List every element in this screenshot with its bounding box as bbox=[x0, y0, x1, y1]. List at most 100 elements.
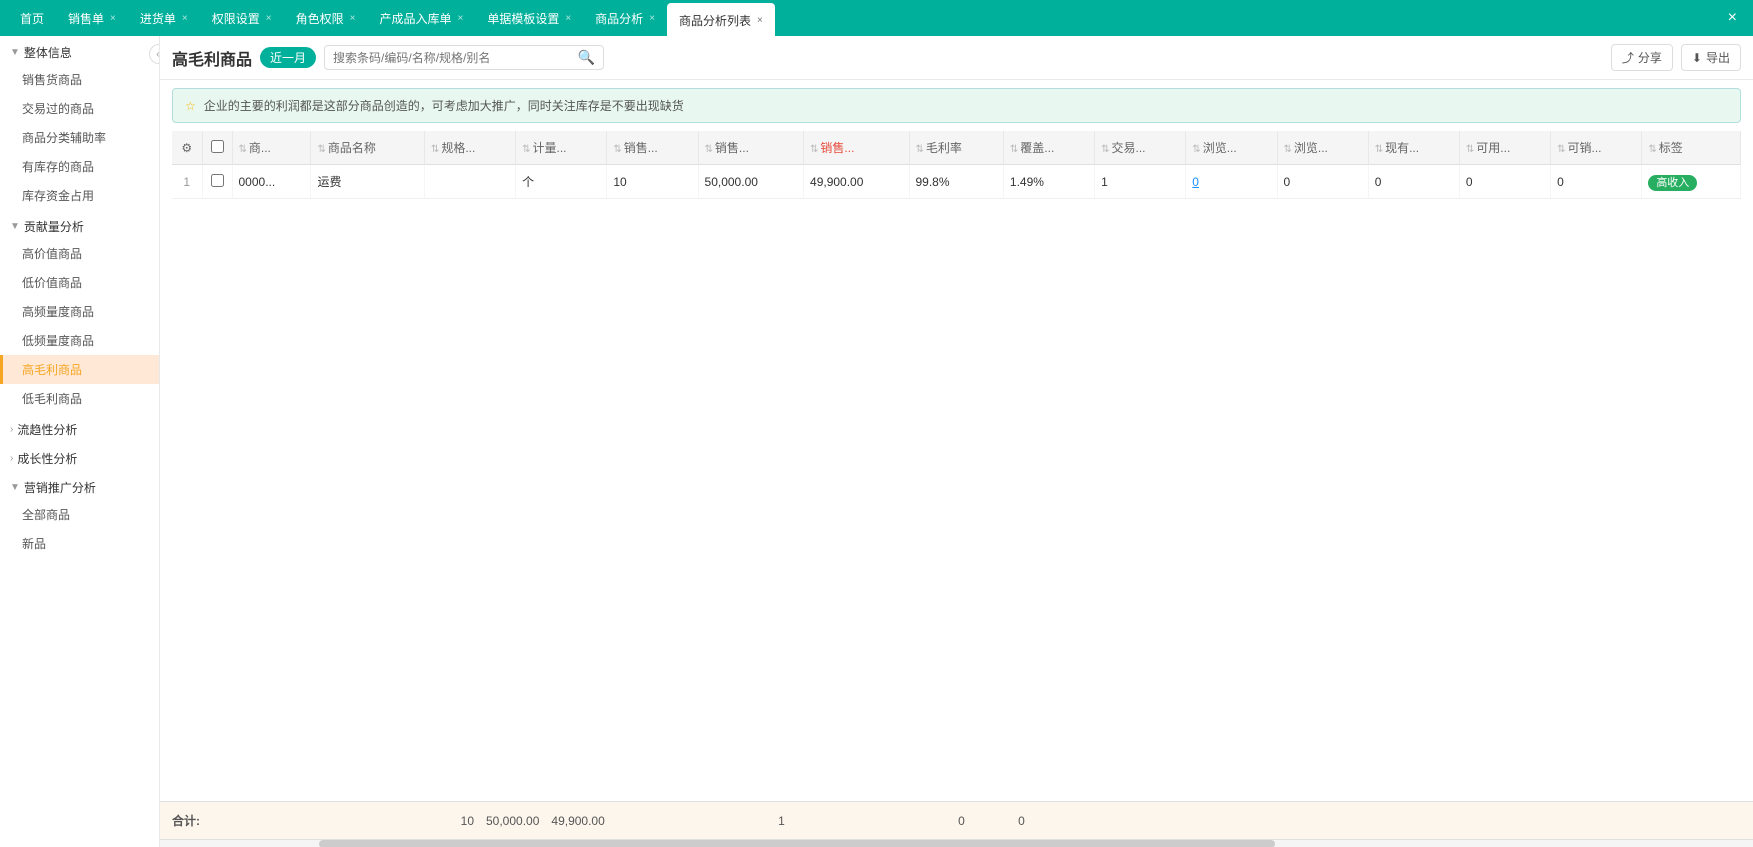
col-margin-rate[interactable]: ⇅毛利率 bbox=[909, 131, 1003, 165]
col-trade-count[interactable]: ⇅交易... bbox=[1095, 131, 1186, 165]
cell-trade-count: 1 bbox=[1095, 165, 1186, 199]
sidebar: « ▼ 整体信息 销售货商品 交易过的商品 商品分类辅助率 有库存的商品 库存资… bbox=[0, 36, 160, 847]
col-sellable[interactable]: ⇅可销... bbox=[1551, 131, 1642, 165]
col-name[interactable]: ⇅商品名称 bbox=[311, 131, 424, 165]
cell-sales-qty: 10 bbox=[607, 165, 698, 199]
col-tag[interactable]: ⇅标签 bbox=[1642, 131, 1741, 165]
footer-sales-qty: 10 bbox=[420, 814, 480, 828]
sidebar-group-growth[interactable]: › 成长性分析 bbox=[0, 442, 159, 471]
close-all-tabs[interactable]: × bbox=[1720, 9, 1745, 27]
share-icon: ⤴ bbox=[1622, 49, 1634, 66]
close-permission-settings[interactable]: × bbox=[266, 13, 272, 24]
footer-cells: 10 50,000.00 49,900.00 1 0 0 bbox=[220, 814, 1741, 828]
footer-trade-count: 1 bbox=[731, 814, 791, 828]
share-btn[interactable]: ⤴ 分享 bbox=[1611, 44, 1673, 71]
footer-sales-amount: 50,000.00 bbox=[480, 814, 545, 828]
sidebar-item-high-value[interactable]: 高价值商品 bbox=[0, 239, 159, 268]
col-current-stock[interactable]: ⇅现有... bbox=[1368, 131, 1459, 165]
sidebar-item-low-value[interactable]: 低价值商品 bbox=[0, 268, 159, 297]
row-checkbox[interactable] bbox=[211, 174, 224, 187]
sidebar-item-traded-goods[interactable]: 交易过的商品 bbox=[0, 94, 159, 123]
table-container: ⚙ ⇅商... ⇅商品名称 ⇅规格... bbox=[160, 131, 1753, 801]
export-icon: ⬇ bbox=[1692, 51, 1702, 65]
sidebar-group-profit[interactable]: ▼ 贡献量分析 bbox=[0, 210, 159, 239]
sidebar-group-overall[interactable]: ▼ 整体信息 bbox=[0, 36, 159, 65]
footer-spacer1 bbox=[611, 814, 731, 828]
cell-tag: 高收入 bbox=[1642, 165, 1741, 199]
sidebar-item-sales-goods[interactable]: 销售货商品 bbox=[0, 65, 159, 94]
col-available[interactable]: ⇅可用... bbox=[1459, 131, 1550, 165]
close-product-analysis[interactable]: × bbox=[649, 13, 655, 24]
nav-purchase-order[interactable]: 进货单 × bbox=[128, 0, 200, 36]
summary-label: 合计: bbox=[172, 812, 200, 829]
cell-checkbox[interactable] bbox=[202, 165, 232, 199]
col-browse2[interactable]: ⇅浏览... bbox=[1277, 131, 1368, 165]
col-sales-amount[interactable]: ⇅销售... bbox=[698, 131, 803, 165]
col-settings[interactable]: ⚙ bbox=[172, 131, 202, 165]
main-layout: « ▼ 整体信息 销售货商品 交易过的商品 商品分类辅助率 有库存的商品 库存资… bbox=[0, 36, 1753, 847]
select-all-checkbox[interactable] bbox=[211, 140, 224, 153]
nav-product-warehousing[interactable]: 产成品入库单 × bbox=[367, 0, 475, 36]
cell-margin-rate: 99.8% bbox=[909, 165, 1003, 199]
col-unit[interactable]: ⇅计量... bbox=[516, 131, 607, 165]
col-coverage[interactable]: ⇅覆盖... bbox=[1003, 131, 1094, 165]
sidebar-item-low-margin[interactable]: 低毛利商品 bbox=[0, 384, 159, 413]
bottom-scrollbar[interactable] bbox=[160, 839, 1753, 847]
sidebar-item-all-goods[interactable]: 全部商品 bbox=[0, 500, 159, 529]
close-product-warehousing[interactable]: × bbox=[457, 13, 463, 24]
sidebar-item-high-freq[interactable]: 高频量度商品 bbox=[0, 297, 159, 326]
close-role-permission[interactable]: × bbox=[350, 13, 356, 24]
export-btn[interactable]: ⬇ 导出 bbox=[1681, 44, 1741, 71]
col-spec[interactable]: ⇅规格... bbox=[424, 131, 515, 165]
cell-sellable: 0 bbox=[1551, 165, 1642, 199]
footer-sales-cost: 49,900.00 bbox=[545, 814, 610, 828]
table-header-row: ⚙ ⇅商... ⇅商品名称 ⇅规格... bbox=[172, 131, 1741, 165]
search-icon[interactable]: 🔍 bbox=[578, 49, 595, 66]
arrow-profit: ▼ bbox=[10, 221, 20, 232]
content-header: 高毛利商品 近一月 🔍 ⤴ 分享 ⬇ 导出 bbox=[160, 36, 1753, 80]
footer-spacer2 bbox=[791, 814, 911, 828]
close-purchase-order[interactable]: × bbox=[182, 13, 188, 24]
arrow-marketing: ▼ bbox=[10, 482, 20, 493]
nav-home[interactable]: 首页 bbox=[8, 0, 56, 36]
footer-current-stock: 0 bbox=[911, 814, 971, 828]
cell-code: 0000... bbox=[232, 165, 311, 199]
close-order-template[interactable]: × bbox=[565, 13, 571, 24]
browse1-link[interactable]: 0 bbox=[1192, 175, 1199, 189]
sidebar-group-trend[interactable]: › 流趋性分析 bbox=[0, 413, 159, 442]
nav-product-analysis[interactable]: 商品分析 × bbox=[583, 0, 667, 36]
nav-role-permission[interactable]: 角色权限 × bbox=[284, 0, 368, 36]
close-sales-order[interactable]: × bbox=[110, 13, 116, 24]
col-checkbox[interactable] bbox=[202, 131, 232, 165]
nav-product-analysis-list[interactable]: 商品分析列表 × bbox=[667, 3, 775, 37]
time-filter-btn[interactable]: 近一月 bbox=[260, 47, 316, 68]
cell-sales-amount: 50,000.00 bbox=[698, 165, 803, 199]
cell-index: 1 bbox=[172, 165, 202, 199]
sidebar-item-low-freq[interactable]: 低频量度商品 bbox=[0, 326, 159, 355]
nav-order-template[interactable]: 单据模板设置 × bbox=[475, 0, 583, 36]
footer-summary: 合计: 10 50,000.00 49,900.00 1 0 bbox=[160, 801, 1753, 839]
arrow-growth: › bbox=[10, 453, 13, 464]
nav-permission-settings[interactable]: 权限设置 × bbox=[200, 0, 284, 36]
sidebar-item-goods-analysis-assist[interactable]: 商品分类辅助率 bbox=[0, 123, 159, 152]
col-sales-cost[interactable]: ⇅销售... bbox=[804, 131, 909, 165]
col-code[interactable]: ⇅商... bbox=[232, 131, 311, 165]
sidebar-item-high-margin[interactable]: 高毛利商品 bbox=[0, 355, 159, 384]
search-box: 🔍 bbox=[324, 45, 604, 70]
search-input[interactable] bbox=[333, 51, 578, 65]
sidebar-group-marketing[interactable]: ▼ 营销推广分析 bbox=[0, 471, 159, 500]
cell-name: 运费 bbox=[311, 165, 424, 199]
cell-browse1[interactable]: 0 bbox=[1186, 165, 1277, 199]
top-nav: 首页 销售单 × 进货单 × 权限设置 × 角色权限 × 产成品入库单 × 单据… bbox=[0, 0, 1753, 36]
close-product-analysis-list[interactable]: × bbox=[757, 15, 763, 26]
scrollbar-thumb bbox=[319, 840, 1275, 847]
cell-browse2: 0 bbox=[1277, 165, 1368, 199]
nav-sales-order[interactable]: 销售单 × bbox=[56, 0, 128, 36]
sidebar-item-in-stock-goods[interactable]: 有库存的商品 bbox=[0, 152, 159, 181]
sidebar-item-new-goods[interactable]: 新品 bbox=[0, 529, 159, 558]
sidebar-item-stock-capital-usage[interactable]: 库存资金占用 bbox=[0, 181, 159, 210]
content-area: 高毛利商品 近一月 🔍 ⤴ 分享 ⬇ 导出 ☆ 企业的主要的利润都是这部分商品创… bbox=[160, 36, 1753, 847]
tag-badge: 高收入 bbox=[1648, 175, 1697, 191]
col-sales-qty[interactable]: ⇅销售... bbox=[607, 131, 698, 165]
col-browse1[interactable]: ⇅浏览... bbox=[1186, 131, 1277, 165]
